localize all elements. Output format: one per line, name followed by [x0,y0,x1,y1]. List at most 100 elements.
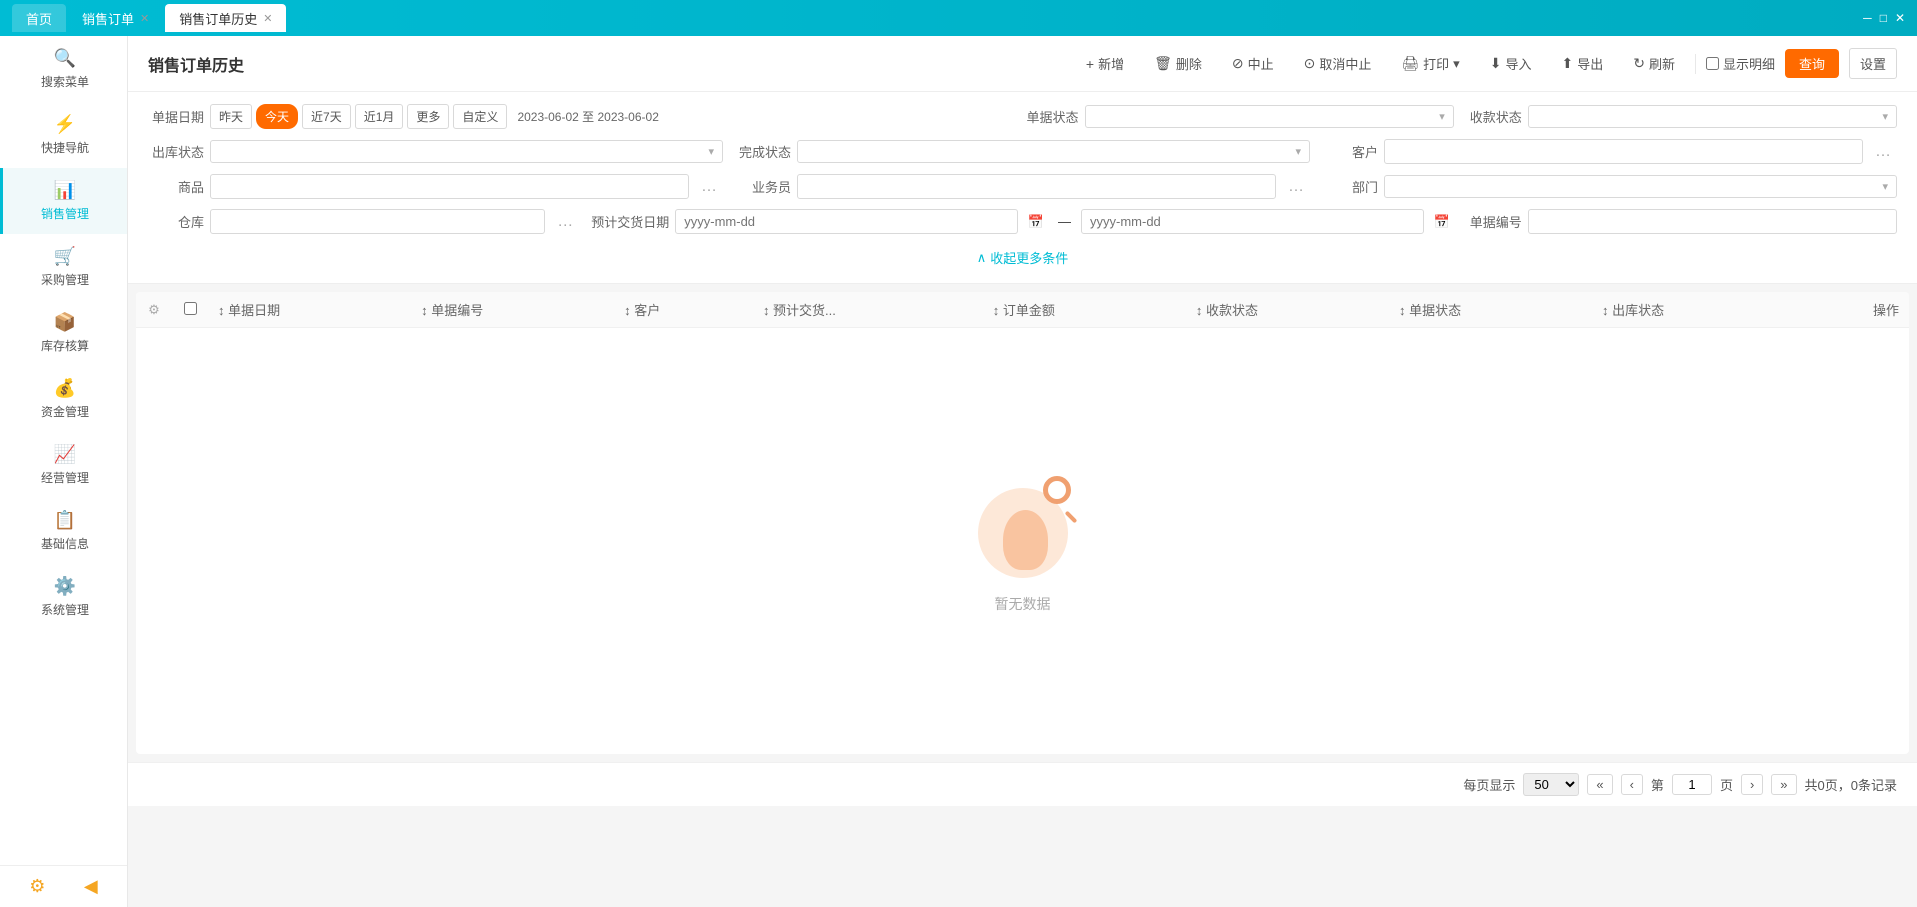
tab-sales-order-history-close[interactable]: ✕ [263,12,272,25]
tab-home[interactable]: 首页 [12,4,66,32]
sidebar-item-finance[interactable]: 💰 资金管理 [0,366,127,432]
settings-bottom-icon[interactable]: ⚙ [29,876,45,897]
date-btn-custom[interactable]: 自定义 [453,104,507,129]
page-size-select[interactable]: 50 10 20 100 [1523,773,1579,796]
product-input[interactable] [210,174,689,199]
sidebar-item-purchase-mgmt[interactable]: 🛒 采购管理 [0,234,127,300]
collapse-sidebar-icon[interactable]: ◀ [84,876,98,897]
table-col-bill-status: ↕ 单据状态 [1389,292,1592,328]
filter-payment-status: 收款状态 ▾ [1466,105,1897,128]
filter-customer: 客户 … [1322,139,1897,164]
import-label: 导入 [1505,54,1531,73]
product-ellipsis-button[interactable]: … [695,176,723,198]
purchase-mgmt-icon: 🛒 [54,246,76,267]
show-detail-checkbox[interactable] [1706,57,1719,70]
date-btn-yesterday[interactable]: 昨天 [210,104,252,129]
next-page-button[interactable]: › [1741,774,1763,795]
query-button[interactable]: 查询 [1785,49,1839,78]
add-button[interactable]: + 新增 [1076,49,1134,78]
filter-area: 单据日期 昨天 今天 近7天 近1月 更多 自定义 2023-06-02 至 2… [128,92,1917,284]
filter-collapse[interactable]: ∧ 收起更多条件 [148,244,1897,271]
first-page-button[interactable]: « [1587,774,1612,795]
refresh-button[interactable]: ↻ 刷新 [1623,49,1685,78]
filter-bill-number: 单据编号 [1466,209,1897,234]
col-bill-status-label: ↕ 单据状态 [1399,303,1461,318]
bill-status-arrow-icon: ▾ [1439,110,1445,123]
sidebar-item-quick-nav-label: 快捷导航 [41,139,89,156]
expected-date-label: 预计交货日期 [591,212,669,231]
date-buttons: 昨天 今天 近7天 近1月 更多 自定义 [210,104,507,129]
bill-date-label: 单据日期 [148,107,204,126]
window-close[interactable]: ✕ [1895,11,1905,25]
out-status-label: 出库状态 [148,142,204,161]
salesperson-ellipsis-button[interactable]: … [1282,176,1310,198]
export-button[interactable]: ⬆ 导出 [1551,49,1613,78]
payment-status-select[interactable]: ▾ [1528,105,1897,128]
col-bill-date-label: ↕ 单据日期 [218,303,280,318]
table-col-bill-date: ↕ 单据日期 [208,292,411,328]
date-btn-more[interactable]: 更多 [407,104,449,129]
add-label: 新增 [1098,54,1124,73]
delete-icon: 🗑 [1154,55,1172,72]
query-label: 查询 [1799,54,1825,73]
table-settings-icon[interactable]: ⚙ [148,302,160,317]
calendar-to-icon: 📅 [1434,214,1450,230]
bill-number-input[interactable] [1528,209,1897,234]
filter-bill-status: 单据状态 ▾ [1023,105,1454,128]
sidebar-item-basic-info[interactable]: 📋 基础信息 [0,498,127,564]
empty-magnify-glass [1043,476,1071,504]
sales-mgmt-icon: 📊 [54,180,76,201]
delete-button[interactable]: 🗑 删除 [1144,49,1212,78]
complete-status-select[interactable]: ▾ [797,140,1310,163]
import-button[interactable]: ⬇ 导入 [1480,49,1542,78]
sidebar-item-quick-nav[interactable]: ⚡ 快捷导航 [0,102,127,168]
payment-status-label: 收款状态 [1466,107,1522,126]
window-minimize[interactable]: ─ [1863,11,1872,25]
sidebar-item-inventory[interactable]: 📦 库存核算 [0,300,127,366]
col-payment-status-label: ↕ 收款状态 [1196,303,1258,318]
system-icon: ⚙️ [54,576,76,597]
customer-input[interactable] [1384,139,1863,164]
date-btn-today[interactable]: 今天 [256,104,298,129]
sidebar-item-sales-mgmt[interactable]: 📊 销售管理 [0,168,127,234]
stop-label: 中止 [1248,54,1274,73]
prev-page-button[interactable]: ‹ [1621,774,1643,795]
date-btn-7days[interactable]: 近7天 [302,104,351,129]
tab-sales-order-history[interactable]: 销售订单历史 ✕ [165,4,286,32]
basic-info-icon: 📋 [54,510,76,531]
window-maximize[interactable]: □ [1880,11,1887,25]
operation-icon: 📈 [54,444,76,465]
expected-date-to-input[interactable] [1081,209,1424,234]
show-detail-wrap: 显示明细 [1706,54,1775,73]
current-page-input[interactable] [1672,774,1712,795]
sidebar-item-sales-mgmt-label: 销售管理 [41,205,89,222]
settings-button[interactable]: 设置 [1849,48,1897,79]
expected-date-from-input[interactable] [675,209,1018,234]
out-status-select[interactable]: ▾ [210,140,723,163]
warehouse-input[interactable] [210,209,545,234]
warehouse-ellipsis-button[interactable]: … [551,211,579,233]
department-select[interactable]: ▾ [1384,175,1897,198]
customer-ellipsis-button[interactable]: … [1869,141,1897,163]
tab-sales-order[interactable]: 销售订单 ✕ [68,4,163,32]
stop-button[interactable]: ⊘ 中止 [1222,49,1284,78]
tab-sales-order-close[interactable]: ✕ [140,12,149,25]
bill-status-select[interactable]: ▾ [1085,105,1454,128]
warehouse-label: 仓库 [148,212,204,231]
select-all-checkbox[interactable] [184,302,197,315]
date-btn-1month[interactable]: 近1月 [355,104,404,129]
filter-product: 商品 … [148,174,723,199]
sidebar-item-search-menu[interactable]: 🔍 搜索菜单 [0,36,127,102]
cancel-stop-button[interactable]: ⊙ 取消中止 [1294,49,1382,78]
total-records: 共0页，0条记录 [1805,775,1897,794]
sidebar-item-system[interactable]: ⚙️ 系统管理 [0,564,127,630]
filter-row-1: 单据日期 昨天 今天 近7天 近1月 更多 自定义 2023-06-02 至 2… [148,104,1897,129]
sidebar-item-operation[interactable]: 📈 经营管理 [0,432,127,498]
print-button[interactable]: 🖨 打印 ▾ [1391,49,1469,78]
last-page-button[interactable]: » [1771,774,1796,795]
tab-home-label: 首页 [26,9,52,28]
salesperson-input[interactable] [797,174,1276,199]
complete-status-label: 完成状态 [735,142,791,161]
filter-complete-status: 完成状态 ▾ [735,140,1310,163]
cancel-stop-label: 取消中止 [1319,54,1371,73]
